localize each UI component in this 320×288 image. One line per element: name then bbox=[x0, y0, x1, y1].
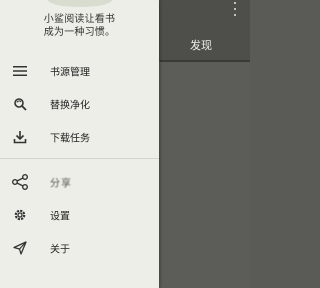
menu-item-label: 书源管理 bbox=[50, 67, 90, 79]
menu-item-share[interactable]: 分享 bbox=[0, 166, 159, 198]
menu-item-settings[interactable]: 设置 bbox=[0, 199, 159, 231]
download-icon bbox=[12, 129, 28, 145]
list-icon bbox=[12, 63, 28, 79]
menu-item-about[interactable]: 关于 bbox=[0, 232, 159, 264]
menu-item-label: 下载任务 bbox=[50, 133, 90, 145]
navigation-drawer: 小鲨阅读让看书 成为一种习惯。 书源管理 替换净化 下载任务 分享 设置 关于 bbox=[0, 0, 159, 288]
menu-item-book-sources[interactable]: 书源管理 bbox=[0, 55, 159, 87]
slogan-line-2: 成为一种习惯。 bbox=[43, 27, 116, 38]
find-replace-icon bbox=[12, 96, 28, 112]
tab-discover[interactable]: 发现 bbox=[190, 39, 212, 53]
share-icon bbox=[12, 174, 28, 190]
send-icon bbox=[12, 240, 28, 256]
gear-icon bbox=[12, 207, 28, 223]
menu-item-label: 关于 bbox=[50, 244, 70, 256]
menu-divider bbox=[0, 158, 159, 159]
tab-indicator bbox=[160, 60, 250, 62]
more-options-icon[interactable] bbox=[229, 2, 241, 16]
menu-item-replace-purify[interactable]: 替换净化 bbox=[0, 88, 159, 120]
drawer-slogan: 小鲨阅读让看书 成为一种习惯。 bbox=[0, 13, 159, 39]
menu-item-label: 替换净化 bbox=[50, 100, 90, 112]
menu-item-label: 分享 bbox=[50, 178, 72, 190]
slogan-line-1: 小鲨阅读让看书 bbox=[43, 14, 116, 25]
app-logo bbox=[48, 0, 112, 7]
menu-item-label: 设置 bbox=[50, 211, 70, 223]
menu-item-download-tasks[interactable]: 下载任务 bbox=[0, 121, 159, 153]
